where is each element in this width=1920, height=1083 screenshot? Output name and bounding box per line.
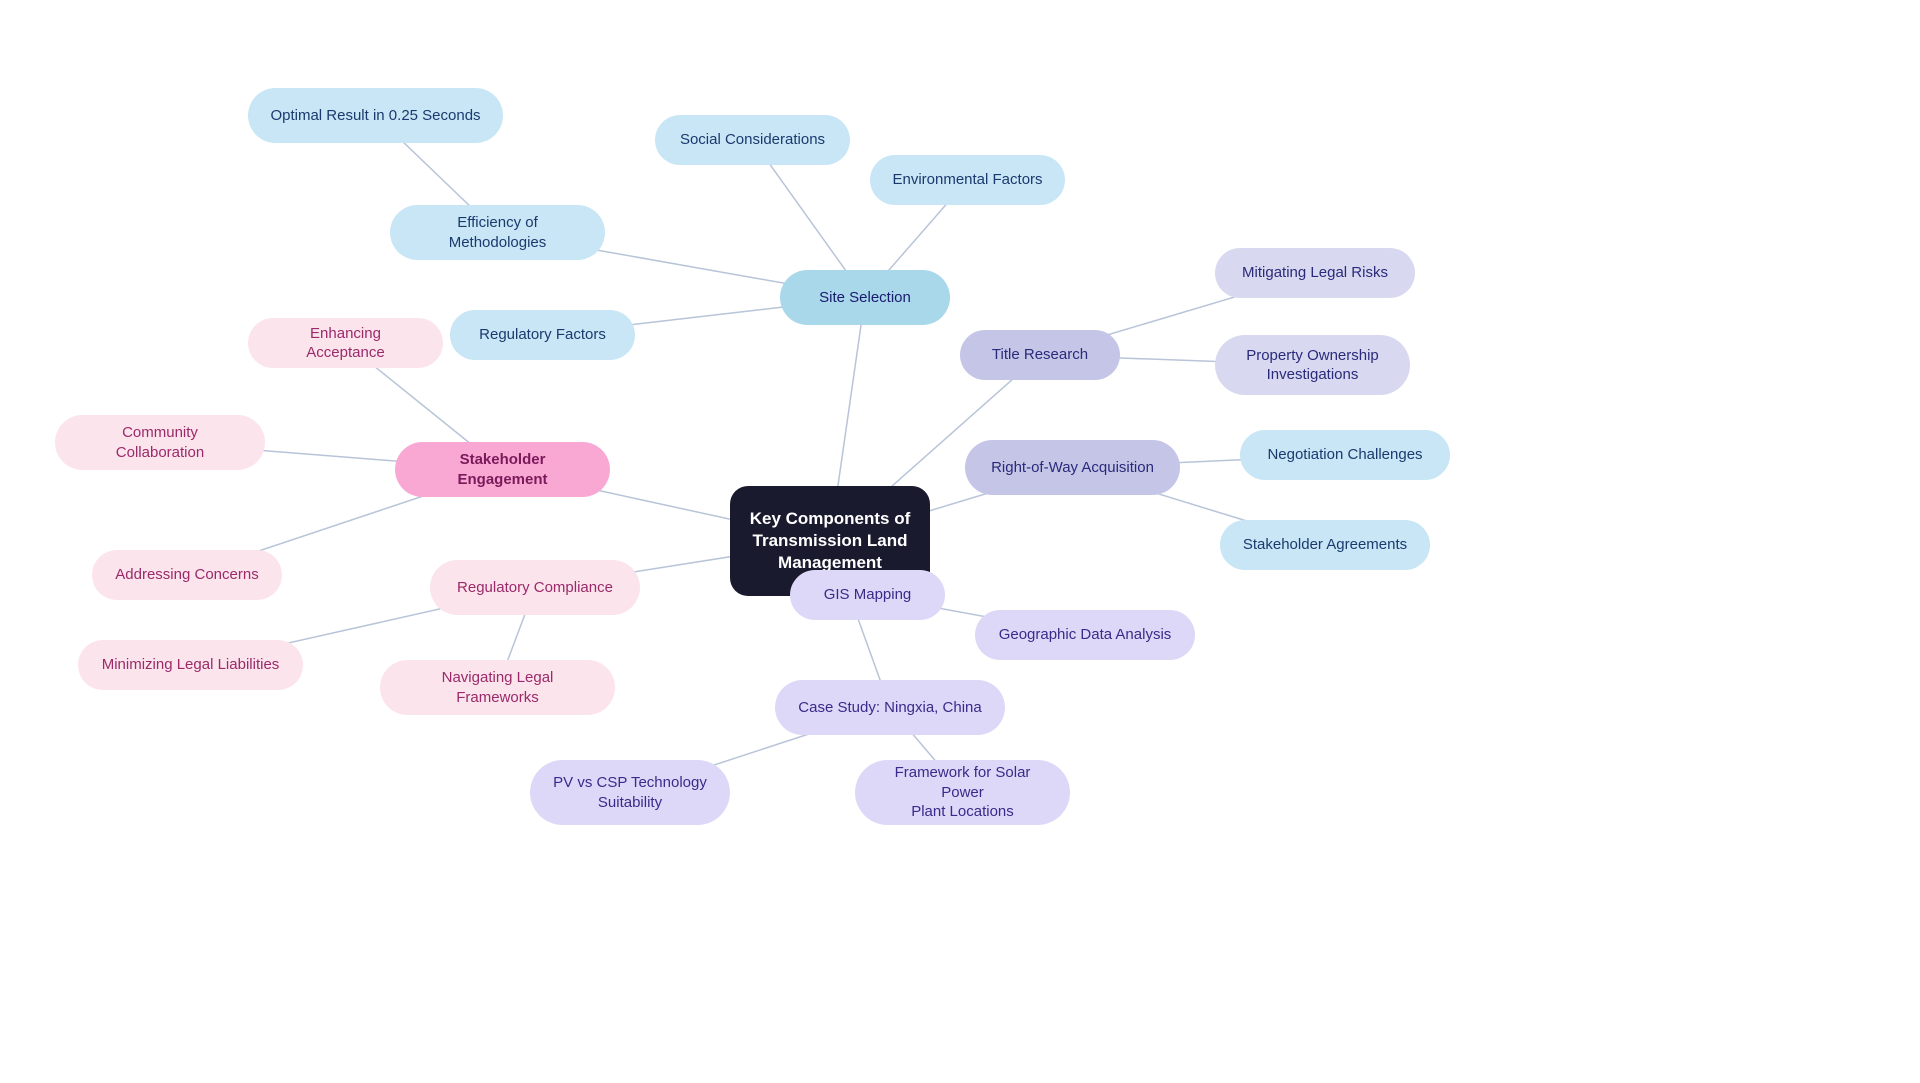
node-efficiency: Efficiency of Methodologies: [390, 205, 605, 260]
node-gis_mapping: GIS Mapping: [790, 570, 945, 620]
node-stakeholder_engagement: Stakeholder Engagement: [395, 442, 610, 497]
node-regulatory_factors: Regulatory Factors: [450, 310, 635, 360]
mindmap-container: Key Components of Transmission Land Mana…: [0, 0, 1920, 1083]
node-addressing_concerns: Addressing Concerns: [92, 550, 282, 600]
node-stakeholder_agreements: Stakeholder Agreements: [1220, 520, 1430, 570]
node-case_study: Case Study: Ningxia, China: [775, 680, 1005, 735]
node-title_research: Title Research: [960, 330, 1120, 380]
node-right_of_way: Right-of-Way Acquisition: [965, 440, 1180, 495]
node-optimal_result: Optimal Result in 0.25 Seconds: [248, 88, 503, 143]
node-environmental_factors: Environmental Factors: [870, 155, 1065, 205]
node-enhancing_acceptance: Enhancing Acceptance: [248, 318, 443, 368]
node-framework_solar: Framework for Solar Power Plant Location…: [855, 760, 1070, 825]
node-mitigating_legal: Mitigating Legal Risks: [1215, 248, 1415, 298]
node-community_collaboration: Community Collaboration: [55, 415, 265, 470]
node-pv_csp: PV vs CSP Technology Suitability: [530, 760, 730, 825]
node-regulatory_compliance_mid: Regulatory Compliance: [430, 560, 640, 615]
node-social_considerations: Social Considerations: [655, 115, 850, 165]
node-property_ownership: Property Ownership Investigations: [1215, 335, 1410, 395]
node-minimizing_legal: Minimizing Legal Liabilities: [78, 640, 303, 690]
node-negotiation_challenges: Negotiation Challenges: [1240, 430, 1450, 480]
node-geographic_data: Geographic Data Analysis: [975, 610, 1195, 660]
node-navigating_legal: Navigating Legal Frameworks: [380, 660, 615, 715]
node-site_selection: Site Selection: [780, 270, 950, 325]
